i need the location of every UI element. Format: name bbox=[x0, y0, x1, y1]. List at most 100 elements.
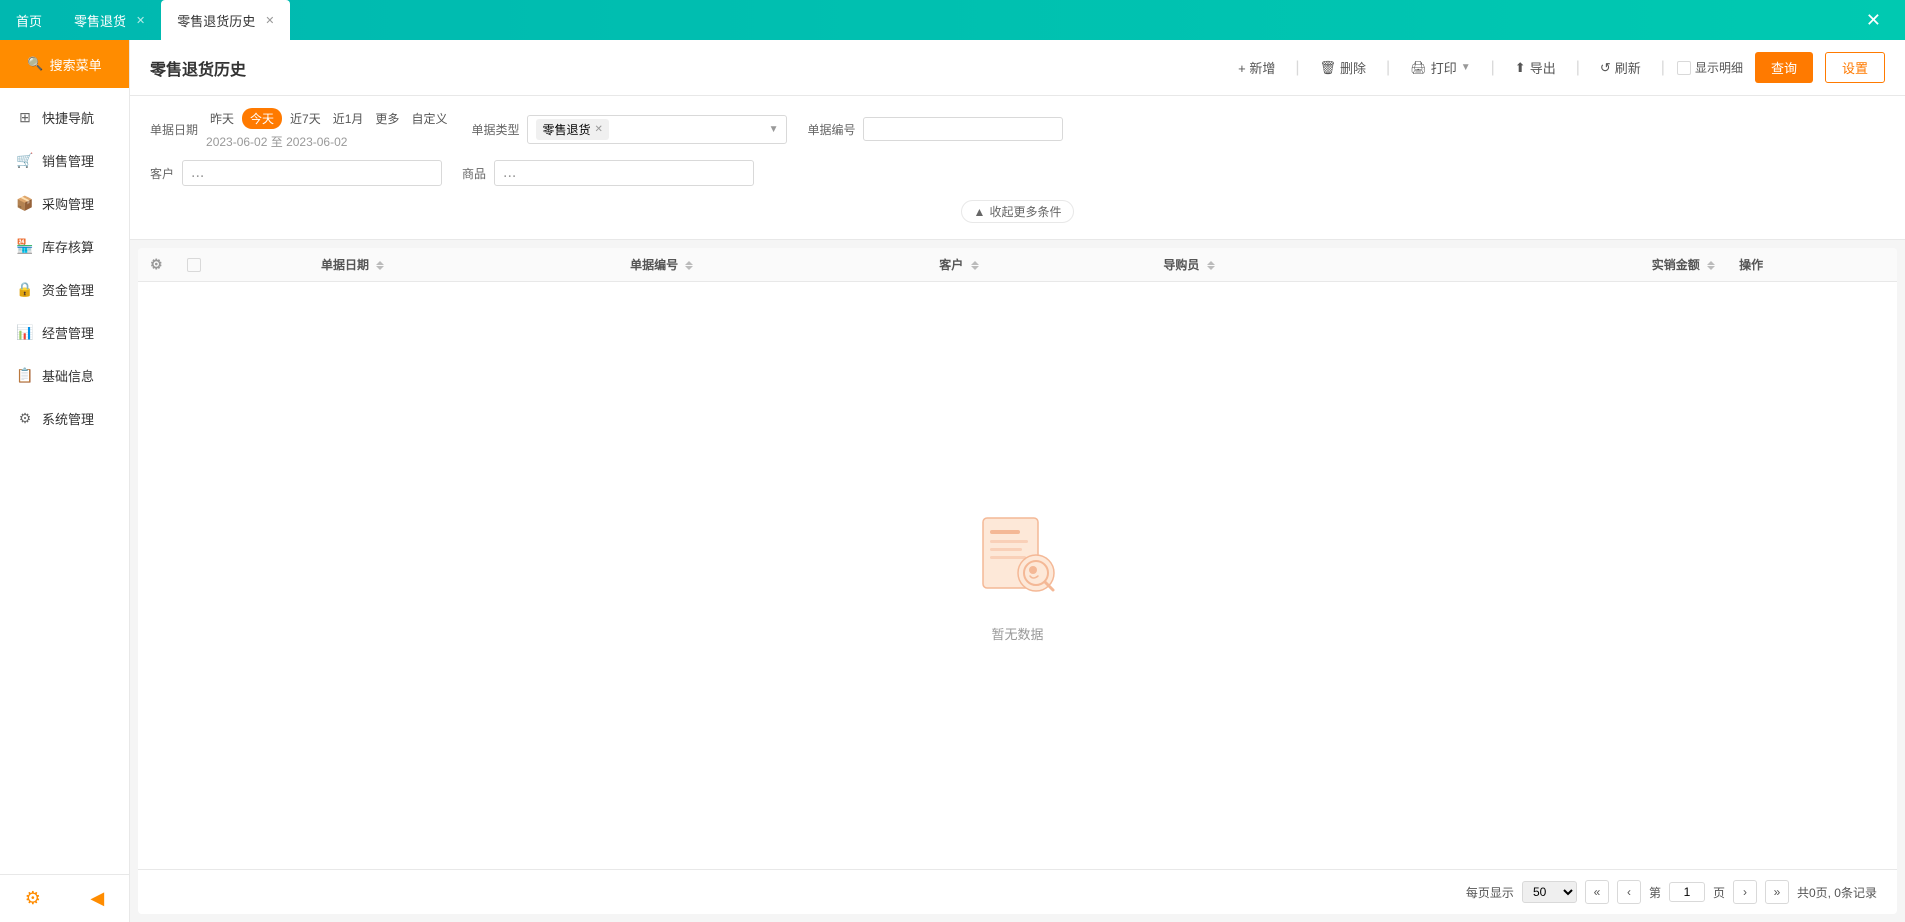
collapse-sidebar-icon[interactable]: ◀ bbox=[90, 888, 104, 909]
main-layout: 🔍 搜索菜单 ⊞ 快捷导航 🛒 销售管理 📦 采购管理 🏪 库存核算 🔒 bbox=[0, 40, 1905, 922]
tab-home-label: 首页 bbox=[16, 11, 42, 30]
basic-info-icon: 📋 bbox=[16, 367, 34, 385]
page-label: 第 bbox=[1649, 884, 1661, 901]
last-page-button[interactable]: » bbox=[1765, 880, 1789, 904]
th-actual-amount-label: 实销金额 bbox=[1652, 258, 1700, 272]
print-icon: 🖨 bbox=[1410, 60, 1427, 76]
display-label: 显示明细 bbox=[1695, 59, 1743, 76]
sidebar-item-system-label: 系统管理 bbox=[42, 409, 94, 428]
filter-customer-select[interactable]: ... bbox=[182, 160, 442, 186]
page-title: 零售退货历史 bbox=[150, 56, 246, 80]
filter-area: 单据日期 昨天 今天 近7天 近1月 更多 自定义 2023-06-02 至 2… bbox=[130, 96, 1905, 240]
sidebar-item-capital-label: 资金管理 bbox=[42, 280, 94, 299]
doc-date-sort-icon[interactable] bbox=[376, 261, 384, 270]
filter-date-item: 单据日期 昨天 今天 近7天 近1月 更多 自定义 2023-06-02 至 2… bbox=[150, 108, 451, 150]
sidebar-search-label: 搜索菜单 bbox=[50, 55, 102, 74]
page-number-input[interactable] bbox=[1669, 882, 1705, 902]
first-page-button[interactable]: « bbox=[1585, 880, 1609, 904]
date-btn-1month[interactable]: 近1月 bbox=[329, 108, 368, 129]
export-button[interactable]: ⬆ 导出 bbox=[1507, 54, 1564, 81]
filter-customer-item: 客户 ... bbox=[150, 160, 442, 186]
collapse-up-icon: ▲ bbox=[974, 205, 986, 219]
filter-doc-type-select[interactable]: 零售退货 ✕ ▼ bbox=[527, 115, 787, 144]
total-records-label: 共0页, 0条记录 bbox=[1797, 884, 1877, 901]
display-checkbox[interactable] bbox=[1677, 61, 1691, 75]
settings-button[interactable]: 设置 bbox=[1825, 52, 1885, 83]
collapse-button[interactable]: ▲ 收起更多条件 bbox=[961, 200, 1075, 223]
delete-icon: 🗑 bbox=[1320, 60, 1337, 76]
filter-doc-type-item: 单据类型 零售退货 ✕ ▼ bbox=[471, 115, 787, 144]
prev-page-button[interactable]: ‹ bbox=[1617, 880, 1641, 904]
display-toggle[interactable]: 显示明细 bbox=[1677, 59, 1743, 76]
th-operation: 操作 bbox=[1727, 248, 1897, 282]
sidebar-item-quick-nav[interactable]: ⊞ 快捷导航 bbox=[0, 96, 129, 139]
top-bar: 首页 零售退货 ✕ 零售退货历史 ✕ ✕ bbox=[0, 0, 1905, 40]
next-page-button[interactable]: › bbox=[1733, 880, 1757, 904]
add-button[interactable]: + 新增 bbox=[1230, 54, 1283, 81]
filter-row-1: 单据日期 昨天 今天 近7天 近1月 更多 自定义 2023-06-02 至 2… bbox=[150, 108, 1885, 150]
date-btn-7days[interactable]: 近7天 bbox=[286, 108, 325, 129]
sidebar-item-purchase-mgmt[interactable]: 📦 采购管理 bbox=[0, 182, 129, 225]
customer-sort-icon[interactable] bbox=[971, 261, 979, 270]
refresh-button[interactable]: ↺ 刷新 bbox=[1592, 54, 1649, 81]
tab-retail-return-history[interactable]: 零售退货历史 ✕ bbox=[161, 0, 290, 40]
date-btn-custom[interactable]: 自定义 bbox=[407, 108, 451, 129]
sidebar-item-basic-label: 基础信息 bbox=[42, 366, 94, 385]
th-operation-label: 操作 bbox=[1739, 258, 1763, 272]
sidebar-item-quick-nav-label: 快捷导航 bbox=[42, 108, 94, 127]
column-settings-icon[interactable]: ⚙ bbox=[150, 256, 163, 273]
tab-retail-return-close[interactable]: ✕ bbox=[136, 14, 145, 27]
filter-row-2: 客户 ... 商品 ... bbox=[150, 160, 1885, 186]
filter-customer-label: 客户 bbox=[150, 165, 174, 182]
tab-retail-return-history-close[interactable]: ✕ bbox=[265, 14, 274, 27]
th-doc-date-label: 单据日期 bbox=[321, 258, 369, 272]
tab-retail-return[interactable]: 零售退货 ✕ bbox=[58, 0, 161, 40]
page-size-select[interactable]: 50 10 20 100 bbox=[1522, 881, 1577, 903]
sidebar-nav: ⊞ 快捷导航 🛒 销售管理 📦 采购管理 🏪 库存核算 🔒 资金管理 📊 bbox=[0, 88, 129, 874]
delete-button[interactable]: 🗑 删除 bbox=[1312, 54, 1375, 81]
sidebar-search[interactable]: 🔍 搜索菜单 bbox=[0, 40, 129, 88]
data-table: ⚙ 单据日期 单 bbox=[138, 248, 1897, 282]
empty-state: 暂无数据 bbox=[138, 282, 1897, 869]
filter-doc-no-input[interactable] bbox=[863, 117, 1063, 141]
date-btn-yesterday[interactable]: 昨天 bbox=[206, 108, 238, 129]
sidebar-item-capital-mgmt[interactable]: 🔒 资金管理 bbox=[0, 268, 129, 311]
sales-icon: 🛒 bbox=[16, 152, 34, 170]
sidebar-item-ops-mgmt[interactable]: 📊 经营管理 bbox=[0, 311, 129, 354]
filter-doc-type-label: 单据类型 bbox=[471, 121, 519, 138]
window-close-button[interactable]: ✕ bbox=[1858, 10, 1889, 31]
doc-no-sort-icon[interactable] bbox=[685, 261, 693, 270]
query-button[interactable]: 查询 bbox=[1755, 52, 1813, 83]
sidebar-item-stock-calc[interactable]: 🏪 库存核算 bbox=[0, 225, 129, 268]
filter-date-buttons: 昨天 今天 近7天 近1月 更多 自定义 bbox=[206, 108, 451, 129]
sidebar-item-basic-info[interactable]: 📋 基础信息 bbox=[0, 354, 129, 397]
amount-sort-icon[interactable] bbox=[1707, 261, 1715, 270]
date-btn-today[interactable]: 今天 bbox=[242, 108, 282, 129]
ops-icon: 📊 bbox=[16, 324, 34, 342]
table-area: ⚙ 单据日期 单 bbox=[138, 248, 1897, 914]
print-label: 打印 bbox=[1431, 58, 1457, 77]
pagination: 每页显示 50 10 20 100 « ‹ 第 页 › » 共0页, 0条记录 bbox=[138, 869, 1897, 914]
th-actual-amount: 实销金额 bbox=[1418, 248, 1727, 282]
sidebar-footer: ⚙ ◀ bbox=[0, 874, 129, 922]
content-area: 零售退货历史 + 新增 | 🗑 删除 | 🖨 打印 ▼ | ⬆ 导出 bbox=[130, 40, 1905, 922]
sidebar-item-system-mgmt[interactable]: ⚙ 系统管理 bbox=[0, 397, 129, 440]
doc-type-tag-close[interactable]: ✕ bbox=[594, 124, 602, 135]
date-btn-more[interactable]: 更多 bbox=[371, 108, 403, 129]
filter-doc-no-item: 单据编号 bbox=[807, 117, 1063, 141]
filter-doc-no-label: 单据编号 bbox=[807, 121, 855, 138]
filter-goods-select[interactable]: ... bbox=[494, 160, 754, 186]
goods-dots: ... bbox=[503, 164, 516, 182]
sidebar-item-sales-mgmt[interactable]: 🛒 销售管理 bbox=[0, 139, 129, 182]
select-all-checkbox[interactable] bbox=[187, 258, 201, 272]
tab-retail-return-label: 零售退货 bbox=[74, 11, 126, 30]
customer-dots: ... bbox=[191, 164, 204, 182]
settings-footer-icon[interactable]: ⚙ bbox=[25, 888, 41, 909]
doc-type-tag: 零售退货 ✕ bbox=[536, 119, 608, 140]
th-guide-label: 导购员 bbox=[1163, 258, 1199, 272]
export-icon: ⬆ bbox=[1515, 60, 1526, 76]
th-guide: 导购员 bbox=[1151, 248, 1418, 282]
print-button[interactable]: 🖨 打印 ▼ bbox=[1402, 54, 1478, 81]
tab-home[interactable]: 首页 bbox=[0, 0, 58, 40]
guide-sort-icon[interactable] bbox=[1207, 261, 1215, 270]
